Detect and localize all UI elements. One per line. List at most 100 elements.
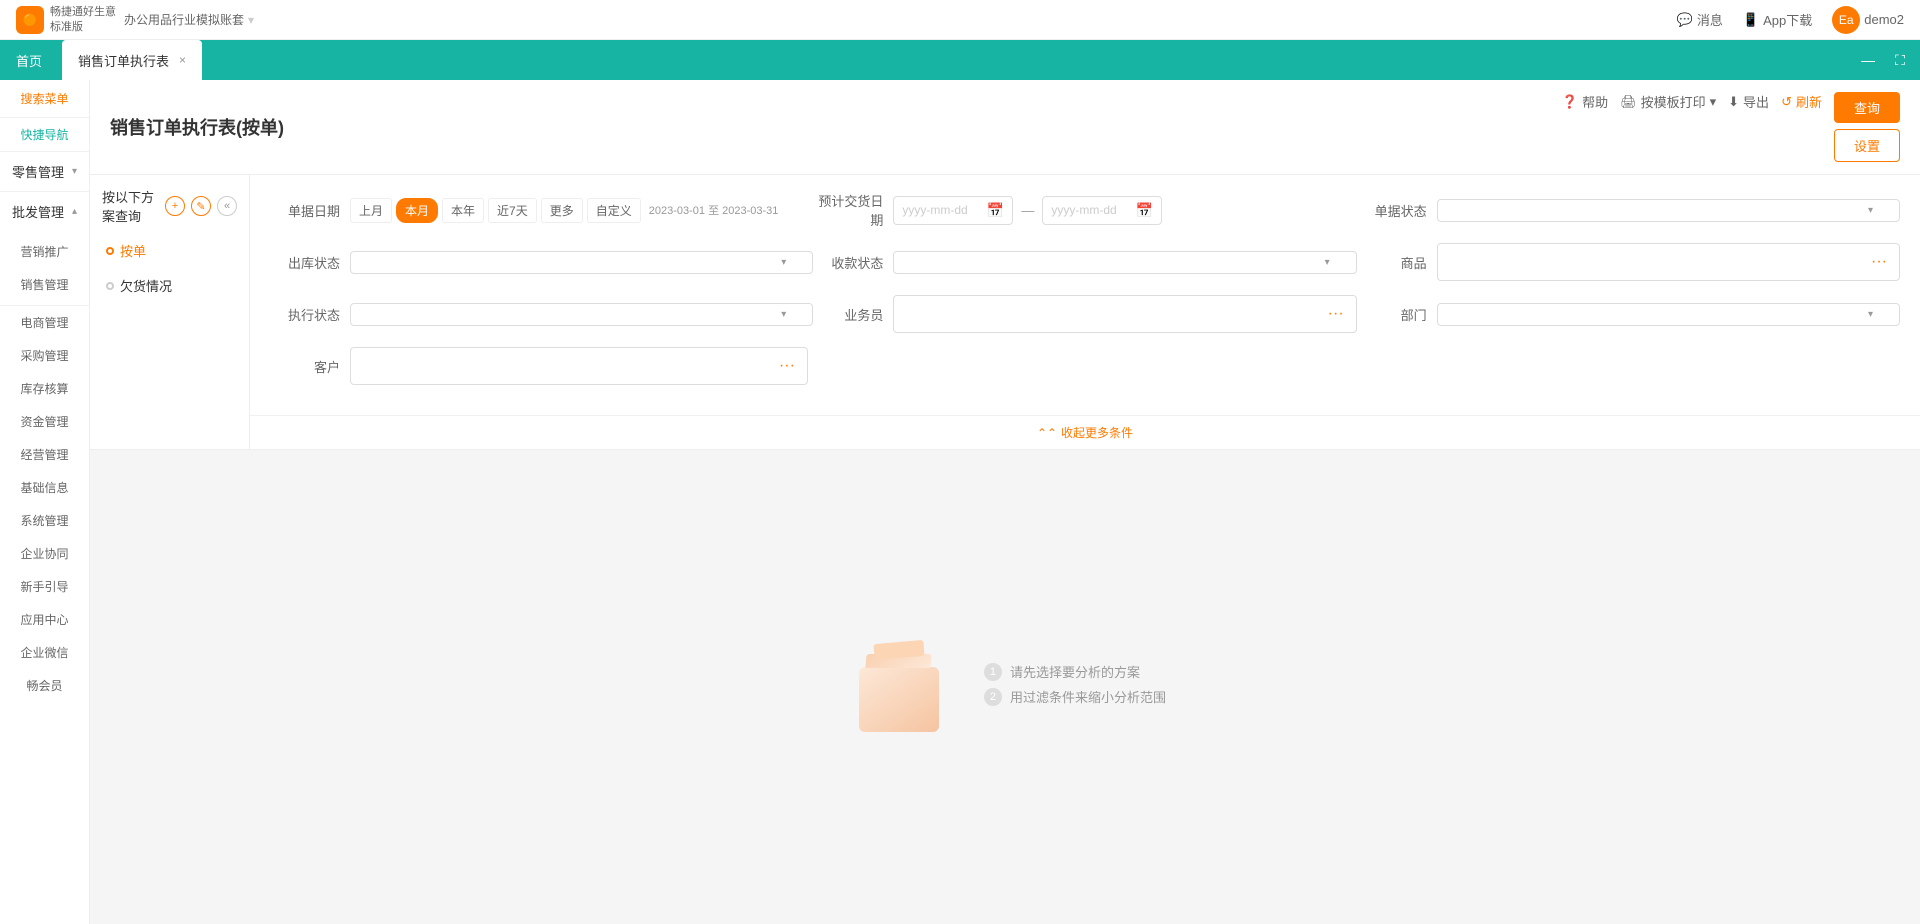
- sidebar-item-enterprise[interactable]: 企业协同: [0, 537, 89, 570]
- filter-option-order[interactable]: 按单: [90, 233, 249, 268]
- date-btn-this-month[interactable]: 本月: [396, 198, 438, 223]
- payment-status-label: 收款状态: [813, 253, 893, 272]
- expected-date-label: 预计交货日期: [813, 191, 893, 229]
- sidebar-quick-nav[interactable]: 快捷导航: [0, 118, 89, 152]
- sidebar-item-ecommerce[interactable]: 电商管理: [0, 306, 89, 339]
- refresh-icon: ↺: [1781, 94, 1792, 110]
- sidebar: 搜索菜单 快捷导航 零售管理 ▾ 批发管理 ▴ 营销推广 销售管理 电商管理 采…: [0, 80, 90, 924]
- date-btn-7days[interactable]: 近7天: [488, 198, 537, 223]
- date-range-text: 2023-03-01 至 2023-03-31: [649, 202, 779, 218]
- tab-home[interactable]: 首页: [0, 40, 58, 80]
- sidebar-item-apps[interactable]: 应用中心: [0, 603, 89, 636]
- goods-label: 商品: [1357, 253, 1437, 272]
- sidebar-section-retail: 零售管理 ▾: [0, 152, 89, 192]
- sidebar-item-guide[interactable]: 新手引导: [0, 570, 89, 603]
- stock-dropdown-arrow: ▾: [781, 257, 786, 268]
- dept-label: 部门: [1357, 305, 1437, 324]
- sidebar-item-member[interactable]: 畅会员: [0, 669, 89, 702]
- page-title: 销售订单执行表(按单): [110, 114, 284, 140]
- app-download-button[interactable]: 📱 App下载: [1743, 10, 1812, 29]
- page-actions: ❓ 帮助 🖨 按模板打印 ▾ ⬇ 导出 ↺ 刷新: [1562, 92, 1822, 111]
- active-dot: [106, 247, 114, 255]
- calendar-end-icon[interactable]: 📅: [1136, 202, 1153, 219]
- payment-dropdown-arrow: ▾: [1325, 257, 1330, 268]
- help-icon: ❓: [1562, 94, 1578, 110]
- date-btn-more[interactable]: 更多: [541, 198, 583, 223]
- bill-status-dropdown[interactable]: ▾: [1437, 199, 1900, 222]
- print-dropdown-icon: ▾: [1710, 94, 1717, 110]
- chevron-down-icon: ▾: [72, 166, 77, 177]
- avatar: Ea: [1832, 6, 1860, 34]
- topbar-right: 💬 消息 📱 App下载 Ea demo2: [1677, 6, 1904, 34]
- logo-text: 畅捷通好生意 标准版: [50, 5, 116, 34]
- stock-status-dropdown[interactable]: ▾: [350, 251, 813, 274]
- empty-tip-1: 1 请先选择要分析的方案: [984, 662, 1166, 681]
- query-button[interactable]: 查询: [1834, 92, 1900, 123]
- empty-tip-2: 2 用过滤条件来缩小分析范围: [984, 687, 1166, 706]
- sidebar-item-wechat[interactable]: 企业微信: [0, 636, 89, 669]
- user-menu[interactable]: Ea demo2: [1832, 6, 1904, 34]
- sidebar-section-wholesale: 批发管理 ▴ 营销推广 销售管理: [0, 192, 89, 306]
- filter-row-4: 客户 ···: [270, 347, 1900, 385]
- topbar: 🟠 畅捷通好生意 标准版 办公用品行业模拟账套 ▾ 💬 消息 📱 App下载 E…: [0, 0, 1920, 40]
- date-btn-custom[interactable]: 自定义: [587, 198, 641, 223]
- tab-minimize-icon[interactable]: —: [1856, 48, 1880, 72]
- date-btn-this-year[interactable]: 本年: [442, 198, 484, 223]
- help-button[interactable]: ❓ 帮助: [1562, 92, 1608, 111]
- message-icon: 💬: [1677, 12, 1693, 28]
- date-btn-last-month[interactable]: 上月: [350, 198, 392, 223]
- exec-dropdown-arrow: ▾: [781, 309, 786, 320]
- message-button[interactable]: 💬 消息: [1677, 10, 1723, 29]
- tab-close-icon[interactable]: ×: [179, 53, 186, 67]
- filter-option-shortage[interactable]: 欠货情况: [90, 268, 249, 303]
- sidebar-item-system[interactable]: 系统管理: [0, 504, 89, 537]
- page-header: 销售订单执行表(按单) ❓ 帮助 🖨 按模板打印 ▾ ⬇ 导出: [90, 80, 1920, 175]
- filter-row-2: 出库状态 ▾ 收款状态 ▾: [270, 243, 1900, 281]
- sidebar-item-finance[interactable]: 资金管理: [0, 405, 89, 438]
- add-scheme-button[interactable]: +: [165, 196, 185, 216]
- sidebar-retail-header[interactable]: 零售管理 ▾: [0, 152, 89, 191]
- empty-state: 1 请先选择要分析的方案 2 用过滤条件来缩小分析范围: [844, 642, 1166, 732]
- tab-sales-order[interactable]: 销售订单执行表 ×: [62, 40, 202, 80]
- expected-date-group: yyyy-mm-dd 📅 — yyyy-mm-dd 📅: [893, 196, 1162, 225]
- calendar-start-icon[interactable]: 📅: [987, 202, 1004, 219]
- dept-dropdown[interactable]: ▾: [1437, 303, 1900, 326]
- sidebar-item-purchase[interactable]: 采购管理: [0, 339, 89, 372]
- salesman-more-icon[interactable]: ···: [1324, 301, 1348, 327]
- payment-status-dropdown[interactable]: ▾: [893, 251, 1356, 274]
- collapse-filters-button[interactable]: ⌃⌃ 收起更多条件: [250, 415, 1920, 449]
- breadcrumb: 办公用品行业模拟账套 ▾: [124, 11, 254, 28]
- sidebar-search[interactable]: 搜索菜单: [0, 80, 89, 118]
- print-button[interactable]: 🖨 按模板打印 ▾: [1620, 92, 1716, 111]
- bill-status-label: 单据状态: [1357, 201, 1437, 220]
- sidebar-item-inventory[interactable]: 库存核算: [0, 372, 89, 405]
- salesman-label: 业务员: [813, 305, 893, 324]
- filter-form: 单据日期 上月 本月 本年 近7天 更多 自定义 2023-03-01 至 20…: [250, 175, 1920, 415]
- app-icon: 📱: [1743, 12, 1759, 28]
- refresh-button[interactable]: ↺ 刷新: [1781, 92, 1822, 111]
- edit-scheme-button[interactable]: ✎: [191, 196, 211, 216]
- inactive-dot: [106, 282, 114, 290]
- sidebar-item-marketing[interactable]: 营销推广: [0, 235, 89, 268]
- topbar-left: 🟠 畅捷通好生意 标准版 办公用品行业模拟账套 ▾: [16, 5, 254, 34]
- filter-form-area: 单据日期 上月 本月 本年 近7天 更多 自定义 2023-03-01 至 20…: [250, 175, 1920, 449]
- expected-date-start[interactable]: yyyy-mm-dd 📅: [893, 196, 1013, 225]
- settings-button[interactable]: 设置: [1834, 129, 1900, 162]
- sidebar-item-sales[interactable]: 销售管理: [0, 268, 89, 301]
- filter-row-3: 执行状态 ▾ 业务员 ···: [270, 295, 1900, 333]
- sidebar-item-operations[interactable]: 经营管理: [0, 438, 89, 471]
- main-layout: 搜索菜单 快捷导航 零售管理 ▾ 批发管理 ▴ 营销推广 销售管理 电商管理 采…: [0, 80, 1920, 924]
- customer-more-icon[interactable]: ···: [775, 353, 799, 379]
- sidebar-item-basic[interactable]: 基础信息: [0, 471, 89, 504]
- export-button[interactable]: ⬇ 导出: [1728, 92, 1769, 111]
- sidebar-wholesale-header[interactable]: 批发管理 ▴: [0, 192, 89, 231]
- exec-status-dropdown[interactable]: ▾: [350, 303, 813, 326]
- date-label: 单据日期: [270, 201, 350, 220]
- collapse-sidebar-button[interactable]: «: [217, 196, 237, 216]
- customer-label: 客户: [270, 357, 350, 376]
- exec-status-label: 执行状态: [270, 305, 350, 324]
- goods-more-icon[interactable]: ···: [1867, 249, 1891, 275]
- tab-maximize-icon[interactable]: ⛶: [1888, 48, 1912, 72]
- expected-date-end[interactable]: yyyy-mm-dd 📅: [1042, 196, 1162, 225]
- sidebar-wholesale-sub: 营销推广 销售管理: [0, 231, 89, 305]
